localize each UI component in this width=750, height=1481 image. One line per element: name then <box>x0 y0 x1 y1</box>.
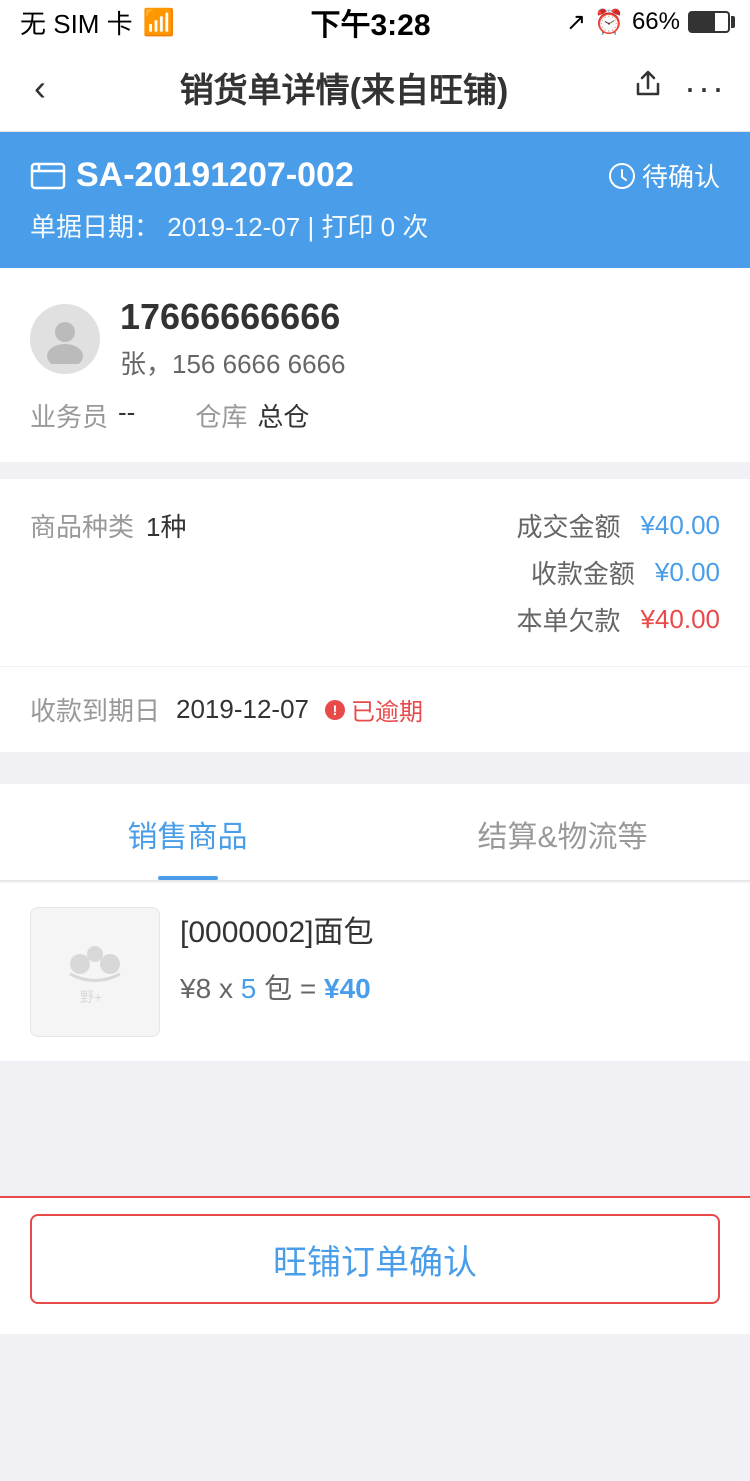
total-price: ¥40 <box>324 973 371 1004</box>
status-right: ↗ ⏰ 66% <box>566 8 730 37</box>
due-date-value: 2019-12-07 <box>176 694 309 725</box>
location-icon: ↗ <box>566 8 586 37</box>
product-type-label: 商品种类 <box>30 507 134 544</box>
tabs: 销售商品 结算&物流等 <box>0 784 750 881</box>
order-date: 单据日期： 2019-12-07 | 打印 0 次 <box>30 207 720 244</box>
battery-icon <box>688 11 730 33</box>
transaction-value: ¥40.00 <box>640 510 720 541</box>
price-separator: x <box>219 973 241 1004</box>
status-left: 无 SIM 卡 📶 <box>20 4 175 41</box>
due-date-card: 收款到期日 2019-12-07 已逾期 <box>0 667 750 752</box>
customer-phone: 17666666666 <box>120 296 346 338</box>
equals: = <box>300 973 324 1004</box>
product-type-value: 1种 <box>146 507 186 544</box>
tab-products[interactable]: 销售商品 <box>0 784 375 880</box>
status-bar: 无 SIM 卡 📶 下午3:28 ↗ ⏰ 66% <box>0 0 750 44</box>
customer-meta: 业务员 -- 仓库 总仓 <box>30 397 720 434</box>
transaction-label: 成交金额 <box>516 507 620 544</box>
due-label: 收款到期日 <box>30 691 160 728</box>
alarm-icon: ⏰ <box>594 8 624 37</box>
tabs-container: 销售商品 结算&物流等 <box>0 784 750 881</box>
overdue-text: 已逾期 <box>351 692 423 727</box>
product-info: [0000002]面包 ¥8 x 5 包 = ¥40 <box>180 907 720 1007</box>
salesperson-label: 业务员 <box>30 397 108 434</box>
more-button[interactable]: ··· <box>684 67 726 109</box>
product-name: [0000002]面包 <box>180 907 720 951</box>
product-card: 野+ [0000002]面包 ¥8 x 5 包 = ¥40 <box>0 883 750 1061</box>
order-number: SA-20191207-002 <box>30 156 354 195</box>
salesperson-value: -- <box>118 397 135 434</box>
received-label: 收款金额 <box>531 554 635 591</box>
customer-name: 张，156 6666 6666 <box>120 344 346 381</box>
stats-card: 商品种类 1种 成交金额 ¥40.00 收款金额 ¥0.00 本单欠款 ¥40.… <box>0 479 750 666</box>
overdue-badge: 已逾期 <box>325 692 423 727</box>
order-header: SA-20191207-002 待确认 单据日期： 2019-12-07 | 打… <box>0 132 750 268</box>
tab-settlement[interactable]: 结算&物流等 <box>375 784 750 880</box>
bottom-spacer <box>0 1361 750 1481</box>
section-divider <box>0 768 750 784</box>
page-title: 销货单详情(来自旺铺) <box>180 63 509 112</box>
confirm-order-button[interactable]: 旺铺订单确认 <box>30 1214 720 1304</box>
battery-text: 66% <box>632 8 680 36</box>
owed-value: ¥40.00 <box>640 604 720 635</box>
owed-label: 本单欠款 <box>516 601 620 638</box>
nav-bar: ‹ 销货单详情(来自旺铺) ··· <box>0 44 750 132</box>
customer-avatar <box>30 304 100 374</box>
customer-card: 17666666666 张，156 6666 6666 业务员 -- 仓库 总仓 <box>0 268 750 462</box>
received-value: ¥0.00 <box>655 557 720 588</box>
unit: 包 <box>264 973 292 1004</box>
svg-text:野+: 野+ <box>80 989 102 1005</box>
bottom-action-bar: 旺铺订单确认 <box>0 1196 750 1334</box>
product-price: ¥8 x 5 包 = ¥40 <box>180 967 720 1007</box>
unit-price: ¥8 <box>180 973 211 1004</box>
product-thumbnail: 野+ <box>30 907 160 1037</box>
warehouse-value: 总仓 <box>257 397 309 434</box>
carrier-text: 无 SIM 卡 <box>20 4 133 41</box>
back-button[interactable]: ‹ <box>24 57 56 119</box>
nav-actions: ··· <box>632 67 726 109</box>
share-button[interactable] <box>632 68 664 108</box>
status-time: 下午3:28 <box>310 0 430 44</box>
quantity: 5 <box>241 973 257 1004</box>
wifi-icon: 📶 <box>143 7 175 38</box>
order-status: 待确认 <box>608 157 720 194</box>
overdue-icon <box>325 700 345 720</box>
warehouse-label: 仓库 <box>195 397 247 434</box>
